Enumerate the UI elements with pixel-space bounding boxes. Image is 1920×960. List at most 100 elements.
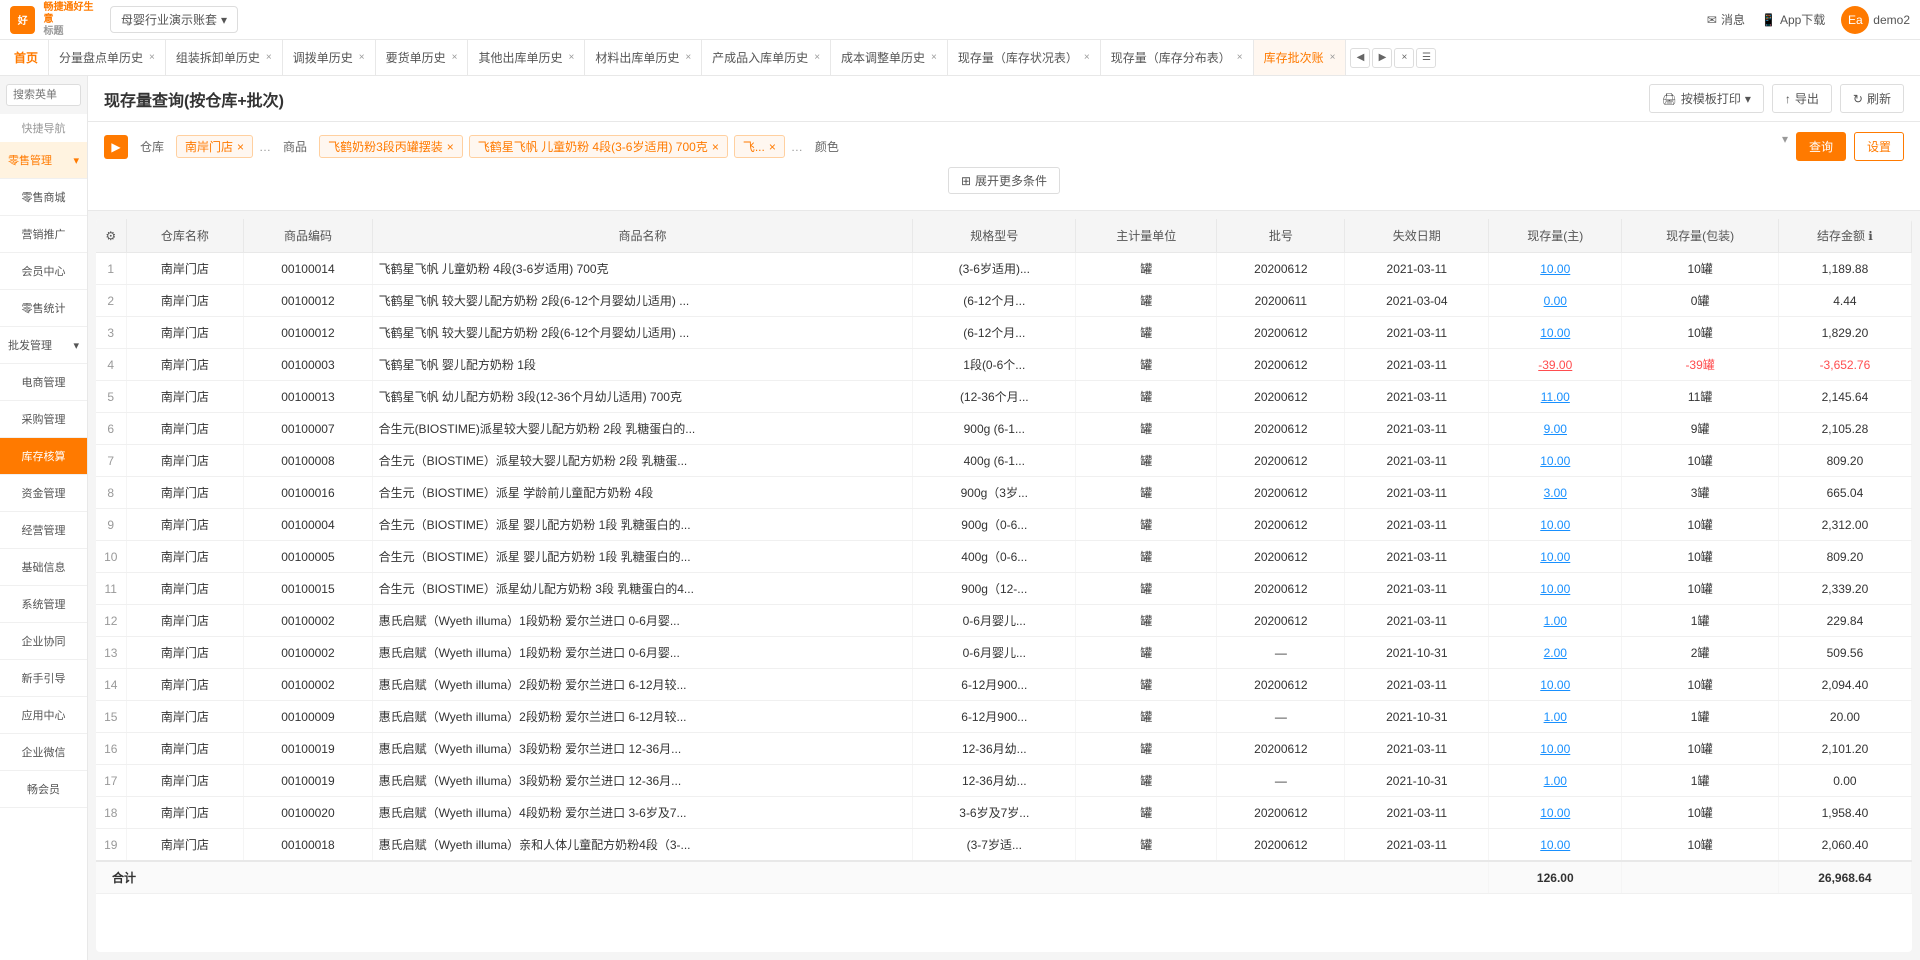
- row-stock-main[interactable]: 2.00: [1489, 637, 1622, 669]
- row-stock-main[interactable]: 10.00: [1489, 669, 1622, 701]
- export-icon: ↑: [1785, 92, 1791, 106]
- row-stock-main[interactable]: 10.00: [1489, 573, 1622, 605]
- row-stock-main[interactable]: 10.00: [1489, 445, 1622, 477]
- sidebar-item-member-center[interactable]: 会员中心: [0, 253, 87, 290]
- row-stock-main[interactable]: 1.00: [1489, 701, 1622, 733]
- warehouse-tag-close[interactable]: ×: [237, 140, 244, 154]
- expand-btn[interactable]: ▶: [104, 135, 128, 159]
- message-btn[interactable]: ✉ 消息: [1707, 11, 1745, 28]
- color-dropdown-arrow[interactable]: ▾: [1782, 132, 1788, 161]
- row-stock-main[interactable]: 10.00: [1489, 797, 1622, 829]
- close-tab-chanjia[interactable]: ×: [814, 52, 820, 63]
- row-stock-main[interactable]: 10.00: [1489, 829, 1622, 862]
- sidebar-item-marketing[interactable]: 营销推广: [0, 216, 87, 253]
- row-expire: 2021-03-11: [1345, 541, 1489, 573]
- nav-next-btn[interactable]: ▶: [1372, 48, 1392, 68]
- tab-home[interactable]: 首页: [4, 40, 49, 76]
- close-tab-xianzun-kuang[interactable]: ×: [1084, 52, 1090, 63]
- row-warehouse: 南岸门店: [126, 285, 244, 317]
- col-stock-pkg: 现存量(包装): [1622, 219, 1778, 253]
- refresh-btn[interactable]: ↻ 刷新: [1840, 84, 1904, 113]
- row-stock-pkg: 1罐: [1622, 765, 1778, 797]
- settings-btn[interactable]: 设置: [1854, 132, 1904, 161]
- row-unit: 罐: [1076, 317, 1217, 349]
- query-btn[interactable]: 查询: [1796, 132, 1846, 161]
- tab-fenling[interactable]: 分量盘点单历史 ×: [49, 40, 166, 76]
- row-stock-main[interactable]: 10.00: [1489, 509, 1622, 541]
- sidebar-item-retail-shop[interactable]: 零售商城: [0, 179, 87, 216]
- col-settings[interactable]: ⚙: [96, 219, 126, 253]
- row-stock-main[interactable]: 0.00: [1489, 285, 1622, 317]
- tab-xianzun-fen[interactable]: 现存量（库存分布表） ×: [1101, 40, 1254, 76]
- nav-prev-btn[interactable]: ◀: [1350, 48, 1370, 68]
- sidebar-item-system[interactable]: 系统管理: [0, 586, 87, 623]
- row-name: 惠氏启赋（Wyeth illuma）4段奶粉 爱尔兰进口 3-6岁及7...: [372, 797, 913, 829]
- row-name: 惠氏启赋（Wyeth illuma）3段奶粉 爱尔兰进口 12-36月...: [372, 733, 913, 765]
- close-tab-chengben[interactable]: ×: [931, 52, 937, 63]
- row-stock-main[interactable]: 11.00: [1489, 381, 1622, 413]
- user-area[interactable]: Ea demo2: [1841, 6, 1910, 34]
- sidebar-item-basic-info[interactable]: 基础信息: [0, 549, 87, 586]
- nav-menu-btn[interactable]: ☰: [1416, 48, 1436, 68]
- close-tab-zuchai[interactable]: ×: [266, 52, 272, 63]
- sidebar-item-enterprise[interactable]: 企业协同: [0, 623, 87, 660]
- sidebar-item-app-center[interactable]: 应用中心: [0, 697, 87, 734]
- close-tab-qita[interactable]: ×: [568, 52, 574, 63]
- close-tab-kupi[interactable]: ×: [1330, 52, 1336, 63]
- account-dropdown[interactable]: 母婴行业演示账套 ▾: [110, 6, 238, 33]
- row-stock-main[interactable]: 10.00: [1489, 253, 1622, 285]
- sidebar-item-ecommerce[interactable]: 电商管理: [0, 364, 87, 401]
- row-stock-main[interactable]: -39.00: [1489, 349, 1622, 381]
- tab-chanjia[interactable]: 产成品入库单历史 ×: [702, 40, 831, 76]
- col-name: 商品名称: [372, 219, 913, 253]
- tab-yaohe[interactable]: 要货单历史 ×: [376, 40, 469, 76]
- tab-zuchai[interactable]: 组装拆卸单历史 ×: [166, 40, 283, 76]
- sidebar-item-purchase[interactable]: 采购管理: [0, 401, 87, 438]
- warehouse-tag-nanqiao[interactable]: 南岸门店 ×: [176, 135, 253, 158]
- product-ellipsis[interactable]: …: [791, 140, 803, 154]
- close-tab-fenling[interactable]: ×: [149, 52, 155, 63]
- sidebar-item-wholesale[interactable]: 批发管理 ▾: [0, 327, 87, 364]
- nav-close-btn[interactable]: ×: [1394, 48, 1414, 68]
- tab-chengben[interactable]: 成本调整单历史 ×: [831, 40, 948, 76]
- row-stock-main[interactable]: 10.00: [1489, 317, 1622, 349]
- row-stock-main[interactable]: 3.00: [1489, 477, 1622, 509]
- sidebar-item-inventory[interactable]: 库存核算: [0, 438, 87, 475]
- product-tag-1[interactable]: 飞鹤奶粉3段丙罐摆装 ×: [319, 135, 463, 158]
- app-download-btn[interactable]: 📱 App下载: [1761, 11, 1825, 28]
- close-tab-xianzun-fen[interactable]: ×: [1237, 52, 1243, 63]
- sidebar-item-wechat[interactable]: 企业微信: [0, 734, 87, 771]
- row-stock-main[interactable]: 10.00: [1489, 733, 1622, 765]
- row-amount: 2,312.00: [1778, 509, 1911, 541]
- sidebar-item-retail-stats[interactable]: 零售统计: [0, 290, 87, 327]
- row-stock-main[interactable]: 1.00: [1489, 765, 1622, 797]
- search-input[interactable]: [6, 84, 81, 106]
- sidebar-item-member[interactable]: 畅会员: [0, 771, 87, 808]
- sidebar-item-finance[interactable]: 资金管理: [0, 475, 87, 512]
- row-stock-main[interactable]: 9.00: [1489, 413, 1622, 445]
- col-stock-main: 现存量(主): [1489, 219, 1622, 253]
- close-tab-yaohe[interactable]: ×: [452, 52, 458, 63]
- row-stock-main[interactable]: 10.00: [1489, 541, 1622, 573]
- sidebar-item-guide[interactable]: 新手引导: [0, 660, 87, 697]
- tab-diaobao[interactable]: 调拨单历史 ×: [283, 40, 376, 76]
- product-tag-2-close[interactable]: ×: [712, 140, 719, 154]
- sidebar-item-operations[interactable]: 经营管理: [0, 512, 87, 549]
- tab-xianzun-kuang[interactable]: 现存量（库存状况表） ×: [948, 40, 1101, 76]
- expand-more-btn[interactable]: ⊞ 展开更多条件: [948, 167, 1060, 194]
- close-tab-diaobao[interactable]: ×: [359, 52, 365, 63]
- tab-cailiao[interactable]: 材料出库单历史 ×: [585, 40, 702, 76]
- product-tag-1-close[interactable]: ×: [447, 140, 454, 154]
- close-tab-cailiao[interactable]: ×: [685, 52, 691, 63]
- export-btn[interactable]: ↑ 导出: [1772, 84, 1832, 113]
- product-tag-3-close[interactable]: ×: [769, 140, 776, 154]
- sidebar-item-retail-mgmt[interactable]: 零售管理 ▾: [0, 142, 87, 179]
- product-tag-3[interactable]: 飞... ×: [734, 135, 785, 158]
- warehouse-ellipsis[interactable]: …: [259, 140, 271, 154]
- tab-qita[interactable]: 其他出库单历史 ×: [468, 40, 585, 76]
- row-warehouse: 南岸门店: [126, 701, 244, 733]
- row-stock-main[interactable]: 1.00: [1489, 605, 1622, 637]
- product-tag-2[interactable]: 飞鹤星飞帆 儿童奶粉 4段(3-6岁适用) 700克 ×: [469, 135, 728, 158]
- tab-kupi[interactable]: 库存批次账 ×: [1254, 40, 1347, 76]
- print-btn[interactable]: 🖨 按模板打印 ▾: [1649, 84, 1764, 113]
